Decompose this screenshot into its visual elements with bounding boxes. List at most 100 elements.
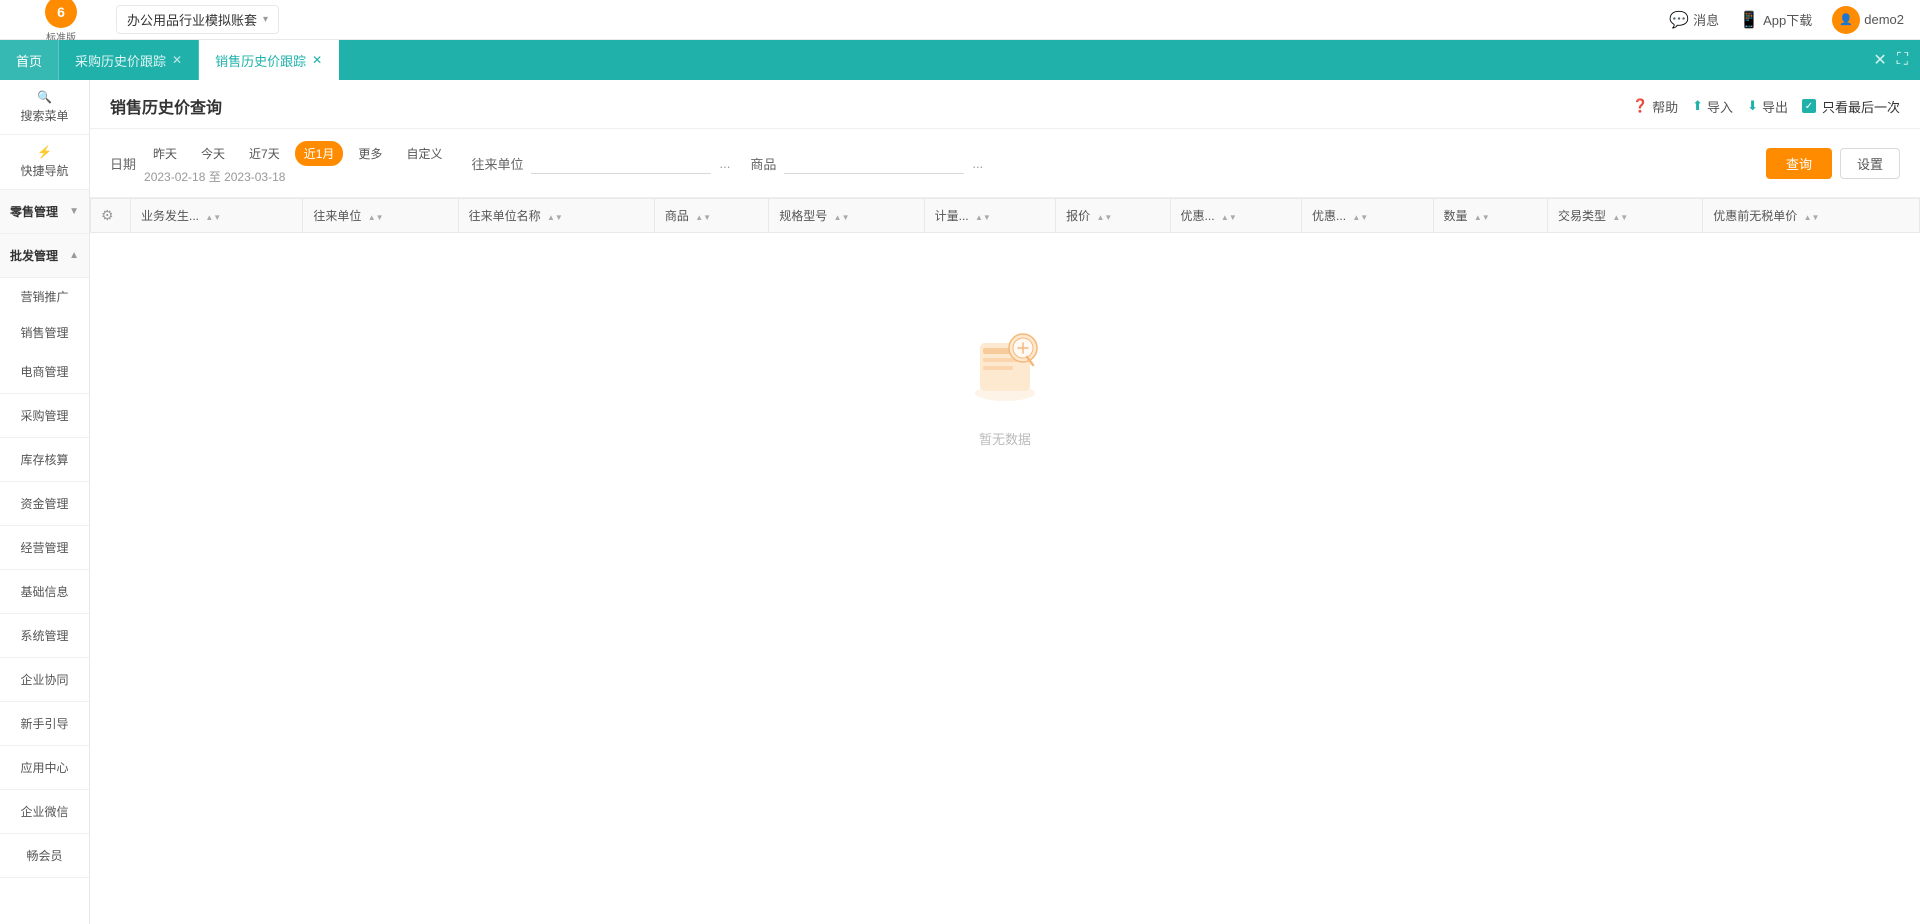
table-header-partner-name-label: 往来单位名称: [469, 209, 541, 223]
table-header-unit[interactable]: 计量... ▲▼: [924, 199, 1055, 233]
message-btn[interactable]: 💬 消息: [1669, 10, 1719, 30]
tab-purchase-history-close-icon[interactable]: ✕: [172, 54, 182, 66]
only-last-checkbox[interactable]: ✓ 只看最后一次: [1802, 97, 1900, 116]
table-header-trade-type-label: 交易类型: [1558, 209, 1606, 223]
sidebar-item-sys-settings-label: 系统管理: [20, 627, 68, 644]
date-btn-last7days[interactable]: 近7天: [240, 141, 289, 166]
partner-ellipsis-btn[interactable]: ...: [719, 156, 730, 171]
date-btn-custom[interactable]: 自定义: [397, 141, 451, 166]
table-header-partner-name[interactable]: 往来单位名称 ▲▼: [458, 199, 654, 233]
table-header-pretax-price[interactable]: 优惠前无税单价 ▲▼: [1703, 199, 1920, 233]
tab-purchase-history[interactable]: 采购历史价跟踪 ✕: [59, 40, 199, 80]
workspace-arrow-icon: ▾: [263, 14, 268, 25]
sidebar-item-purchase-mgmt[interactable]: 采购管理: [0, 394, 89, 438]
content-area: 销售历史价查询 ❓ 帮助 ⬆ 导入 ⬇ 导出 ✓: [90, 80, 1920, 924]
message-icon: 💬: [1669, 10, 1689, 30]
sort-arrows-trade-type: ▲▼: [1612, 214, 1628, 222]
search-menu-icon: 🔍: [37, 90, 52, 104]
sidebar-item-retail-mgmt[interactable]: 零售管理 ▼: [0, 190, 89, 234]
table-header-partner-code[interactable]: 往来单位 ▲▼: [303, 199, 458, 233]
import-btn[interactable]: ⬆ 导入: [1692, 97, 1733, 116]
product-filter-group: 商品 ...: [750, 152, 983, 174]
sidebar-item-wholesale-mgmt[interactable]: 批发管理 ▲: [0, 234, 89, 278]
sidebar-item-ops-mgmt[interactable]: 经营管理: [0, 526, 89, 570]
sidebar-item-quick-nav[interactable]: ⚡ 快捷导航: [0, 135, 89, 190]
tab-home[interactable]: 首页: [0, 40, 59, 80]
tab-sales-history-close-icon[interactable]: ✕: [312, 54, 322, 66]
tab-bar-actions: ✕ ⛶: [1861, 50, 1920, 70]
partner-input[interactable]: [531, 152, 711, 174]
sidebar-item-inventory[interactable]: 库存核算: [0, 438, 89, 482]
workspace-selector[interactable]: 办公用品行业模拟账套 ▾: [116, 5, 279, 34]
date-btn-yesterday[interactable]: 昨天: [144, 141, 186, 166]
sidebar-item-enterprise-collab[interactable]: 企业协同: [0, 658, 89, 702]
tab-home-label: 首页: [16, 51, 42, 70]
export-btn[interactable]: ⬇ 导出: [1747, 97, 1788, 116]
sidebar-item-finance-mgmt[interactable]: 资金管理: [0, 482, 89, 526]
gear-icon[interactable]: ⚙: [101, 207, 114, 223]
table-header-trade-type[interactable]: 交易类型 ▲▼: [1547, 199, 1702, 233]
sort-arrows-product: ▲▼: [695, 214, 711, 222]
app-download-icon: 📱: [1739, 10, 1759, 30]
sidebar-item-member-card[interactable]: 畅会员: [0, 834, 89, 878]
table-header-product[interactable]: 商品 ▲▼: [654, 199, 768, 233]
table-header-qty[interactable]: 数量 ▲▼: [1433, 199, 1547, 233]
sort-arrows-discount1: ▲▼: [1221, 214, 1237, 222]
table-header-pretax-price-label: 优惠前无税单价: [1713, 209, 1797, 223]
avatar-icon: 👤: [1839, 13, 1853, 26]
table-header-spec-label: 规格型号: [779, 209, 827, 223]
date-btn-more[interactable]: 更多: [349, 141, 391, 166]
logo-area: 6 标准版: [16, 0, 106, 44]
retail-mgmt-arrow-icon: ▼: [69, 206, 79, 217]
sort-arrows-discount2: ▲▼: [1352, 214, 1368, 222]
page-header: 销售历史价查询 ❓ 帮助 ⬆ 导入 ⬇ 导出 ✓: [90, 80, 1920, 129]
page-content: 销售历史价查询 ❓ 帮助 ⬆ 导入 ⬇ 导出 ✓: [90, 80, 1920, 924]
user-btn[interactable]: 👤 demo2: [1832, 6, 1904, 34]
sidebar-item-inventory-label: 库存核算: [20, 451, 68, 468]
sidebar-item-retail-mgmt-label: 零售管理: [10, 203, 58, 220]
query-button[interactable]: 查询: [1766, 148, 1832, 179]
sidebar-item-enterprise-collab-label: 企业协同: [20, 671, 68, 688]
app-download-btn[interactable]: 📱 App下载: [1739, 10, 1812, 30]
help-icon: ❓: [1632, 98, 1648, 114]
product-input[interactable]: [784, 152, 964, 174]
product-ellipsis-btn[interactable]: ...: [972, 156, 983, 171]
table-header-discount2[interactable]: 优惠... ▲▼: [1302, 199, 1433, 233]
table-header-discount1[interactable]: 优惠... ▲▼: [1170, 199, 1301, 233]
date-btn-today[interactable]: 今天: [192, 141, 234, 166]
sidebar: 🔍 搜索菜单 ⚡ 快捷导航 零售管理 ▼ 批发管理 ▲ 营销推广 销售管理 电商…: [0, 80, 90, 924]
sidebar-item-newbie-guide-label: 新手引导: [20, 715, 68, 732]
date-filter-group: 日期 昨天 今天 近7天 近1月 更多 自定义 2023-02-18 至 202…: [110, 141, 451, 185]
help-btn[interactable]: ❓ 帮助: [1632, 97, 1678, 116]
tab-sales-history[interactable]: 销售历史价跟踪 ✕: [199, 40, 339, 80]
sidebar-item-ecommerce-mgmt[interactable]: 电商管理: [0, 350, 89, 394]
sidebar-item-newbie-guide[interactable]: 新手引导: [0, 702, 89, 746]
table-header-biz-date[interactable]: 业务发生... ▲▼: [131, 199, 303, 233]
table-header-spec[interactable]: 规格型号 ▲▼: [769, 199, 924, 233]
user-label: demo2: [1864, 12, 1904, 27]
sidebar-item-marketing[interactable]: 营销推广: [0, 278, 89, 314]
data-table: ⚙ 业务发生... ▲▼ 往来单位 ▲▼ 往来单位名称: [90, 198, 1920, 233]
product-label: 商品: [750, 154, 776, 173]
sidebar-item-search-menu[interactable]: 🔍 搜索菜单: [0, 80, 89, 135]
sidebar-item-ecommerce-mgmt-label: 电商管理: [20, 363, 68, 380]
sidebar-item-app-center[interactable]: 应用中心: [0, 746, 89, 790]
message-label: 消息: [1693, 10, 1719, 29]
checkbox-checked-icon: ✓: [1802, 99, 1816, 113]
sidebar-item-enterprise-wechat[interactable]: 企业微信: [0, 790, 89, 834]
settings-button[interactable]: 设置: [1840, 148, 1900, 179]
table-header-partner-code-label: 往来单位: [313, 209, 361, 223]
import-icon: ⬆: [1692, 98, 1703, 114]
table-header-price[interactable]: 报价 ▲▼: [1056, 199, 1170, 233]
date-btn-last1month[interactable]: 近1月: [295, 141, 344, 166]
table-header-discount1-label: 优惠...: [1181, 209, 1215, 223]
sidebar-item-sales-mgmt-label: 销售管理: [20, 324, 68, 341]
header-right: 💬 消息 📱 App下载 👤 demo2: [1669, 6, 1904, 34]
close-window-icon[interactable]: ✕: [1873, 50, 1886, 70]
maximize-icon[interactable]: ⛶: [1897, 51, 1908, 69]
date-options: 昨天 今天 近7天 近1月 更多 自定义: [144, 141, 451, 166]
sidebar-item-basic-info[interactable]: 基础信息: [0, 570, 89, 614]
sidebar-item-sys-settings[interactable]: 系统管理: [0, 614, 89, 658]
date-col: 昨天 今天 近7天 近1月 更多 自定义 2023-02-18 至 2023-0…: [144, 141, 451, 185]
sidebar-item-sales-mgmt[interactable]: 销售管理: [0, 314, 89, 350]
